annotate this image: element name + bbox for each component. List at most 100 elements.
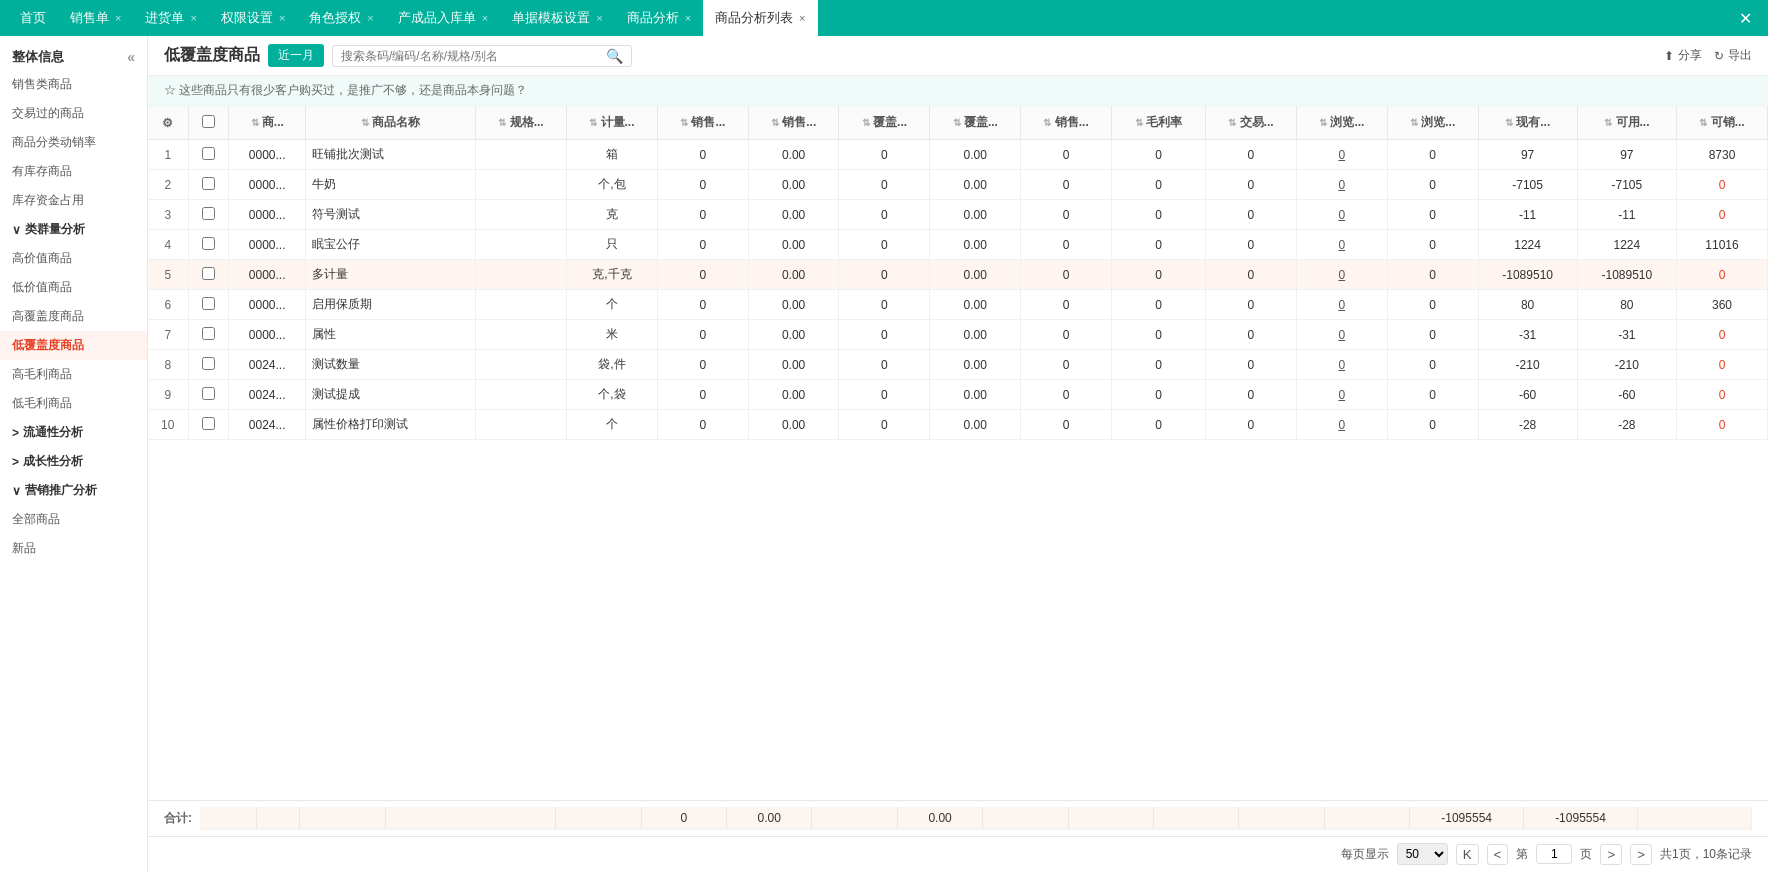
- current-column-header[interactable]: ⇅ 现有...: [1478, 106, 1577, 140]
- tab-template-settings[interactable]: 单据模板设置 ×: [500, 0, 614, 36]
- row-browse1[interactable]: 0: [1296, 290, 1387, 320]
- close-tab-sales[interactable]: ×: [115, 12, 121, 24]
- sidebar-section-marketing[interactable]: ∨ 营销推广分析: [0, 476, 147, 505]
- close-tab-finished-goods[interactable]: ×: [482, 12, 488, 24]
- row-checkbox[interactable]: [202, 387, 215, 400]
- close-tab-product-analysis-list[interactable]: ×: [799, 12, 805, 24]
- close-tab-product-analysis[interactable]: ×: [685, 12, 691, 24]
- sales3-column-header[interactable]: ⇅ 销售...: [1021, 106, 1112, 140]
- row-checkbox-cell[interactable]: [188, 170, 228, 200]
- browse-link[interactable]: 0: [1338, 358, 1345, 372]
- close-tab-role[interactable]: ×: [367, 12, 373, 24]
- sidebar-item-low-value[interactable]: 低价值商品: [0, 273, 147, 302]
- row-browse1[interactable]: 0: [1296, 260, 1387, 290]
- sidebar-item-low-coverage[interactable]: 低覆盖度商品: [0, 331, 147, 360]
- close-tab-purchase[interactable]: ×: [190, 12, 196, 24]
- share-button[interactable]: ⬆ 分享: [1664, 47, 1702, 64]
- row-checkbox-cell[interactable]: [188, 260, 228, 290]
- row-browse1[interactable]: 0: [1296, 200, 1387, 230]
- unit-column-header[interactable]: ⇅ 计量...: [566, 106, 657, 140]
- period-button[interactable]: 近一月: [268, 44, 324, 67]
- first-page-button[interactable]: K: [1456, 844, 1479, 865]
- row-checkbox[interactable]: [202, 267, 215, 280]
- tab-home[interactable]: 首页: [8, 0, 58, 36]
- row-checkbox-cell[interactable]: [188, 140, 228, 170]
- next-page-button[interactable]: >: [1600, 844, 1622, 865]
- browse-link[interactable]: 0: [1338, 328, 1345, 342]
- cover1-column-header[interactable]: ⇅ 覆盖...: [839, 106, 930, 140]
- page-number-input[interactable]: [1536, 844, 1572, 864]
- settings-column-header[interactable]: ⚙: [148, 106, 188, 140]
- tab-purchase[interactable]: 进货单 ×: [133, 0, 208, 36]
- sidebar-section-growth[interactable]: > 成长性分析: [0, 447, 147, 476]
- row-browse1[interactable]: 0: [1296, 410, 1387, 440]
- row-browse1[interactable]: 0: [1296, 320, 1387, 350]
- sidebar-item-category-rate[interactable]: 商品分类动销率: [0, 128, 147, 157]
- sidebar-item-high-coverage[interactable]: 高覆盖度商品: [0, 302, 147, 331]
- row-checkbox-cell[interactable]: [188, 200, 228, 230]
- row-checkbox[interactable]: [202, 207, 215, 220]
- row-checkbox[interactable]: [202, 417, 215, 430]
- browse-link[interactable]: 0: [1338, 268, 1345, 282]
- sidebar-section-circulation[interactable]: > 流通性分析: [0, 418, 147, 447]
- browse-link[interactable]: 0: [1338, 418, 1345, 432]
- browse-link[interactable]: 0: [1338, 208, 1345, 222]
- checkbox-column-header[interactable]: [188, 106, 228, 140]
- browse-link[interactable]: 0: [1338, 148, 1345, 162]
- row-checkbox[interactable]: [202, 297, 215, 310]
- prev-page-button[interactable]: <: [1487, 844, 1509, 865]
- row-checkbox[interactable]: [202, 357, 215, 370]
- browse2-column-header[interactable]: ⇅ 浏览...: [1387, 106, 1478, 140]
- row-checkbox[interactable]: [202, 237, 215, 250]
- sidebar-item-high-value[interactable]: 高价值商品: [0, 244, 147, 273]
- sellable-column-header[interactable]: ⇅ 可销...: [1676, 106, 1767, 140]
- sidebar-section-cluster[interactable]: ∨ 类群量分析: [0, 215, 147, 244]
- trade-column-header[interactable]: ⇅ 交易...: [1205, 106, 1296, 140]
- code-column-header[interactable]: ⇅ 商...: [228, 106, 305, 140]
- search-icon[interactable]: 🔍: [606, 48, 623, 64]
- browse1-column-header[interactable]: ⇅ 浏览...: [1296, 106, 1387, 140]
- spec-column-header[interactable]: ⇅ 规格...: [476, 106, 567, 140]
- row-browse1[interactable]: 0: [1296, 380, 1387, 410]
- browse-link[interactable]: 0: [1338, 298, 1345, 312]
- tab-finished-goods[interactable]: 产成品入库单 ×: [386, 0, 500, 36]
- sidebar-item-stock-capital[interactable]: 库存资金占用: [0, 186, 147, 215]
- browse-link[interactable]: 0: [1338, 238, 1345, 252]
- grossrate-column-header[interactable]: ⇅ 毛利率: [1112, 106, 1206, 140]
- sales1-column-header[interactable]: ⇅ 销售...: [657, 106, 748, 140]
- sidebar-item-new-goods[interactable]: 新品: [0, 534, 147, 563]
- export-button[interactable]: ↻ 导出: [1714, 47, 1752, 64]
- tab-role[interactable]: 角色授权 ×: [297, 0, 385, 36]
- sidebar-item-stock-goods[interactable]: 有库存商品: [0, 157, 147, 186]
- row-checkbox-cell[interactable]: [188, 410, 228, 440]
- page-size-select[interactable]: 20 50 100: [1397, 843, 1448, 865]
- browse-link[interactable]: 0: [1338, 388, 1345, 402]
- sales2-column-header[interactable]: ⇅ 销售...: [748, 106, 839, 140]
- sidebar-collapse-btn[interactable]: «: [127, 49, 135, 65]
- table-wrapper[interactable]: ⚙ ⇅ 商... ⇅ 商品名称: [148, 106, 1768, 800]
- row-checkbox-cell[interactable]: [188, 320, 228, 350]
- sidebar-item-high-margin[interactable]: 高毛利商品: [0, 360, 147, 389]
- search-input[interactable]: [341, 49, 606, 63]
- tab-permissions[interactable]: 权限设置 ×: [209, 0, 297, 36]
- name-column-header[interactable]: ⇅ 商品名称: [306, 106, 476, 140]
- row-browse1[interactable]: 0: [1296, 140, 1387, 170]
- row-browse1[interactable]: 0: [1296, 170, 1387, 200]
- window-close-button[interactable]: ✕: [1731, 9, 1760, 28]
- row-checkbox-cell[interactable]: [188, 350, 228, 380]
- select-all-checkbox[interactable]: [202, 115, 215, 128]
- sidebar-item-traded-goods[interactable]: 交易过的商品: [0, 99, 147, 128]
- row-checkbox[interactable]: [202, 327, 215, 340]
- sidebar-item-low-margin[interactable]: 低毛利商品: [0, 389, 147, 418]
- row-checkbox[interactable]: [202, 147, 215, 160]
- tab-product-analysis[interactable]: 商品分析 ×: [615, 0, 703, 36]
- close-tab-template-settings[interactable]: ×: [596, 12, 602, 24]
- tab-sales[interactable]: 销售单 ×: [58, 0, 133, 36]
- row-browse1[interactable]: 0: [1296, 350, 1387, 380]
- last-page-button[interactable]: >: [1630, 844, 1652, 865]
- cover2-column-header[interactable]: ⇅ 覆盖...: [930, 106, 1021, 140]
- row-checkbox-cell[interactable]: [188, 230, 228, 260]
- sidebar-item-sales-goods[interactable]: 销售类商品: [0, 70, 147, 99]
- row-browse1[interactable]: 0: [1296, 230, 1387, 260]
- close-tab-permissions[interactable]: ×: [279, 12, 285, 24]
